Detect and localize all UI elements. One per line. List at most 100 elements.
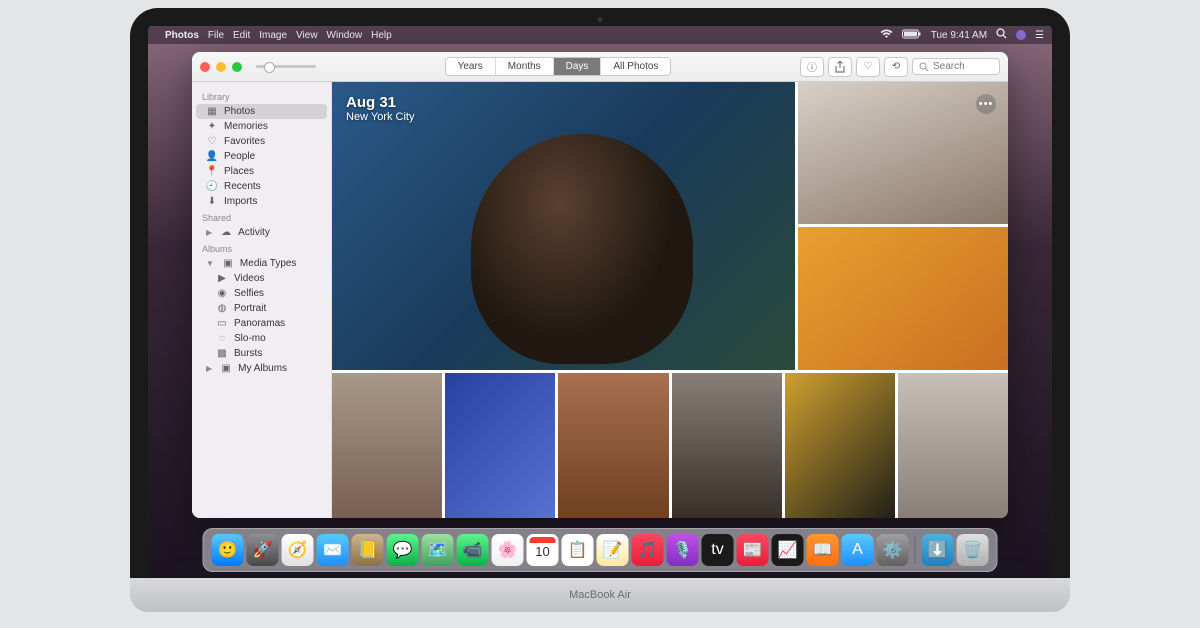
photo-tile[interactable] [798,227,1008,369]
sidebar-item-slo-mo[interactable]: ◌ Slo-mo [192,331,331,346]
seg-years[interactable]: Years [446,58,496,75]
seg-days[interactable]: Days [554,58,602,75]
dock-photos-icon[interactable]: 🌸 [492,534,524,566]
dock-trash-icon[interactable]: 🗑️ [957,534,989,566]
info-button[interactable]: ⓘ [800,57,824,77]
menu-view[interactable]: View [296,30,318,41]
seg-all[interactable]: All Photos [601,58,670,75]
wifi-icon[interactable] [880,29,893,42]
screen-bezel: Photos File Edit Image View Window Help … [130,8,1070,578]
sidebar-item-my-albums[interactable]: ▶▣My Albums [192,361,331,376]
dock-music-icon[interactable]: 🎵 [632,534,664,566]
menu-help[interactable]: Help [371,30,392,41]
dock-stocks-icon[interactable]: 📈 [772,534,804,566]
view-segment: Years Months Days All Photos [445,57,672,76]
dock-reminders-icon[interactable]: 📋 [562,534,594,566]
dock-news-icon[interactable]: 📰 [737,534,769,566]
minimize-button[interactable] [216,62,226,72]
sidebar-item-places[interactable]: 📍Places [192,164,331,179]
photo-thumb[interactable] [445,373,555,518]
app-menu[interactable]: Photos [165,30,199,41]
sidebar-item-selfies[interactable]: ◉Selfies [192,286,331,301]
heart-icon: ♡ [206,136,218,147]
dock-contacts-icon[interactable]: 📒 [352,534,384,566]
sidebar-item-memories[interactable]: ✦Memories [192,119,331,134]
sidebar-item-label: Imports [224,196,257,207]
more-button[interactable]: ••• [976,94,996,114]
dock-mail-icon[interactable]: ✉️ [317,534,349,566]
menubar: Photos File Edit Image View Window Help … [148,26,1052,44]
dock-launchpad-icon[interactable]: 🚀 [247,534,279,566]
sidebar-item-label: People [224,151,255,162]
dock-finder-icon[interactable]: 🙂 [212,534,244,566]
dock-safari-icon[interactable]: 🧭 [282,534,314,566]
control-center-icon[interactable] [1016,30,1026,40]
photo-thumb[interactable] [558,373,668,518]
dock-podcasts-icon[interactable]: 🎙️ [667,534,699,566]
seg-months[interactable]: Months [496,58,554,75]
close-button[interactable] [200,62,210,72]
disclosure-icon: ▼ [206,259,214,268]
sidebar-item-panoramas[interactable]: ▭Panoramas [192,316,331,331]
sidebar-item-photos[interactable]: ▦Photos [196,104,327,119]
zoom-slider[interactable] [256,65,316,68]
sidebar-header: Shared [192,209,331,225]
menu-edit[interactable]: Edit [233,30,250,41]
search-input[interactable] [933,61,993,72]
sidebar-item-recents[interactable]: 🕘Recents [192,179,331,194]
share-button[interactable] [828,57,852,77]
menu-image[interactable]: Image [259,30,287,41]
favorite-button[interactable]: ♡ [856,57,880,77]
disclosure-icon: ▶ [206,228,212,237]
sidebar-item-videos[interactable]: ▶Videos [192,271,331,286]
sidebar-item-portrait[interactable]: ◍Portrait [192,301,331,316]
search-field[interactable] [912,58,1000,75]
fullscreen-button[interactable] [232,62,242,72]
slomo-icon: ◌ [216,333,228,344]
import-icon: ⬇ [206,196,218,207]
clock[interactable]: Tue 9:41 AM [931,30,987,41]
photo-thumb[interactable] [672,373,782,518]
date-overlay: Aug 31 New York City [346,94,414,123]
disclosure-icon: ▶ [206,364,212,373]
dock-maps-icon[interactable]: 🗺️ [422,534,454,566]
person-icon: 👤 [206,151,218,162]
sidebar-item-activity[interactable]: ▶☁Activity [192,225,331,240]
search-icon [919,62,929,72]
dock-downloads-icon[interactable]: ⬇️ [922,534,954,566]
photos-window: Years Months Days All Photos ⓘ ♡ ⟲ [192,52,1008,518]
selfie-icon: ◉ [216,288,228,299]
dock-separator [915,536,916,564]
sidebar-item-bursts[interactable]: ▩Bursts [192,346,331,361]
dock-messages-icon[interactable]: 💬 [387,534,419,566]
clock-icon: 🕘 [206,181,218,192]
spotlight-icon[interactable] [996,28,1007,42]
rotate-button[interactable]: ⟲ [884,57,908,77]
dock-settings-icon[interactable]: ⚙️ [877,534,909,566]
dock-tv-icon[interactable]: tv [702,534,734,566]
sidebar-item-favorites[interactable]: ♡ Favorites [192,134,331,149]
burst-icon: ▩ [216,348,228,359]
sidebar-item-imports[interactable]: ⬇ Imports [192,194,331,209]
photo-thumb[interactable] [898,373,1008,518]
notification-center-icon[interactable]: ☰ [1035,30,1044,41]
dock-books-icon[interactable]: 📖 [807,534,839,566]
dock-calendar-icon[interactable]: 10 [527,534,559,566]
menu-file[interactable]: File [208,30,224,41]
hero-photo[interactable]: Aug 31 New York City [332,82,795,370]
photo-thumb[interactable] [785,373,895,518]
sidebar-item-label: Favorites [224,136,265,147]
memories-icon: ✦ [206,121,218,132]
dock-facetime-icon[interactable]: 📹 [457,534,489,566]
dock: 🙂 🚀 🧭 ✉️ 📒 💬 🗺️ 📹 🌸 10 📋 📝 🎵 🎙️ tv 📰 📈 📖 [203,528,998,572]
menu-window[interactable]: Window [327,30,363,41]
battery-icon[interactable] [902,29,922,42]
sidebar-item-label: Slo-mo [234,333,266,344]
sidebar-item-people[interactable]: 👤 People [192,149,331,164]
sidebar-item-media-types[interactable]: ▼▣Media Types [192,256,331,271]
laptop-base: MacBook Air [130,578,1070,612]
dock-appstore-icon[interactable]: A [842,534,874,566]
dock-notes-icon[interactable]: 📝 [597,534,629,566]
pano-icon: ▭ [216,318,228,329]
photo-thumb[interactable] [332,373,442,518]
